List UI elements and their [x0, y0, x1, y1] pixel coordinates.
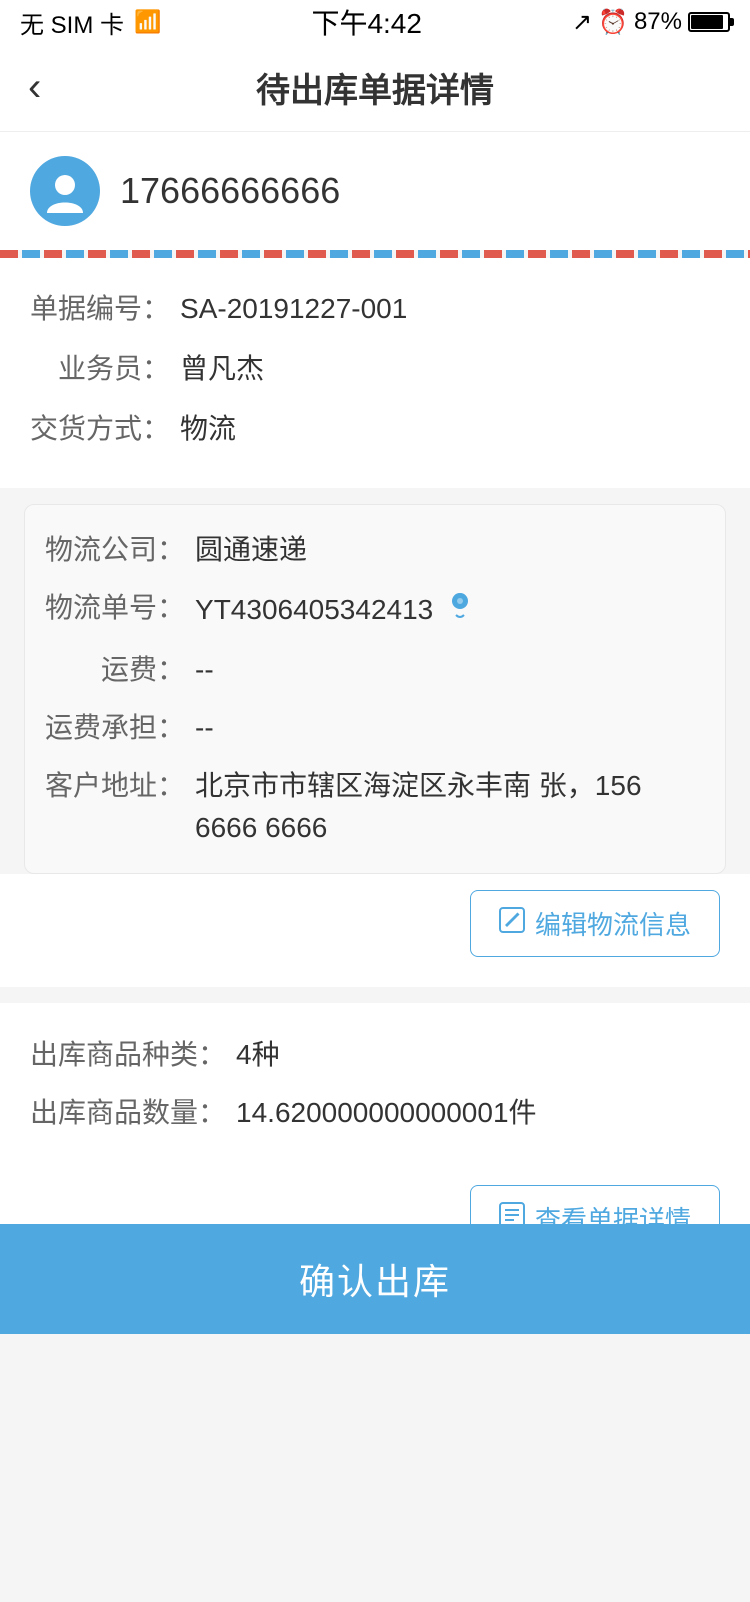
goods-type-row: 出库商品种类： 4种: [30, 1033, 720, 1073]
freight-bearer-label: 运费承担：: [45, 707, 185, 749]
battery-percent: 87%: [634, 8, 682, 36]
edit-logistics-label: 编辑物流信息: [535, 905, 691, 942]
back-button[interactable]: ‹: [28, 65, 41, 110]
goods-section: 出库商品种类： 4种 出库商品数量： 14.620000000000001件: [0, 1003, 750, 1169]
status-time: 下午4:42: [311, 2, 422, 42]
avatar: [30, 156, 100, 226]
address-row: 客户地址： 北京市市辖区海淀区永丰南 张，156 6666 6666: [45, 765, 705, 849]
freight-label: 运费：: [45, 649, 185, 691]
battery-icon: [688, 12, 730, 32]
delivery-method-row: 交货方式： 物流: [30, 408, 720, 450]
nav-bar: ‹ 待出库单据详情: [0, 44, 750, 132]
page-title: 待出库单据详情: [256, 63, 494, 112]
logistics-company-label: 物流公司：: [45, 529, 185, 571]
bottom-bar: 确认出库: [0, 1224, 750, 1334]
page-content: 17666666666 单据编号： SA-20191227-001 业务员： 曾…: [0, 132, 750, 1602]
alarm-icon: ⏰: [598, 8, 628, 37]
dashed-divider: [0, 250, 750, 258]
location-icon: ↗: [572, 8, 592, 37]
user-phone: 17666666666: [120, 170, 340, 212]
sales-person-row: 业务员： 曾凡杰: [30, 348, 720, 390]
carrier-text: 无 SIM 卡: [20, 5, 124, 40]
wifi-icon: 📶: [134, 9, 161, 35]
logistics-company-value: 圆通速递: [195, 529, 705, 571]
logistics-card: 物流公司： 圆通速递 物流单号： YT4306405342413 运费： --: [24, 504, 726, 874]
delivery-method-label: 交货方式：: [30, 408, 170, 450]
logistics-company-row: 物流公司： 圆通速递: [45, 529, 705, 571]
status-bar: 无 SIM 卡 📶 下午4:42 ↗ ⏰ 87%: [0, 0, 750, 44]
address-label: 客户地址：: [45, 765, 185, 807]
document-number-label: 单据编号：: [30, 288, 170, 330]
edit-icon: [499, 907, 525, 940]
section-divider-1: [0, 987, 750, 1003]
goods-type-value: 4种: [236, 1033, 280, 1073]
sales-person-label: 业务员：: [30, 348, 170, 390]
location-pin-icon[interactable]: [443, 587, 477, 633]
tracking-label: 物流单号：: [45, 587, 185, 629]
status-right: ↗ ⏰ 87%: [572, 8, 730, 37]
basic-info-section: 单据编号： SA-20191227-001 业务员： 曾凡杰 交货方式： 物流: [0, 258, 750, 488]
goods-quantity-label: 出库商品数量：: [30, 1091, 226, 1131]
edit-logistics-button[interactable]: 编辑物流信息: [470, 890, 720, 957]
tracking-number-row: 物流单号： YT4306405342413: [45, 587, 705, 633]
tracking-number-text: YT4306405342413: [195, 589, 433, 631]
freight-bearer-row: 运费承担： --: [45, 707, 705, 749]
address-value: 北京市市辖区海淀区永丰南 张，156 6666 6666: [195, 765, 705, 849]
user-card: 17666666666: [0, 132, 750, 250]
document-number-value: SA-20191227-001: [180, 288, 720, 330]
edit-logistics-container: 编辑物流信息: [0, 874, 750, 987]
document-number-row: 单据编号： SA-20191227-001: [30, 288, 720, 330]
status-left: 无 SIM 卡 📶: [20, 5, 161, 40]
freight-row: 运费： --: [45, 649, 705, 691]
freight-bearer-value: --: [195, 707, 705, 749]
goods-type-label: 出库商品种类：: [30, 1033, 226, 1073]
goods-quantity-row: 出库商品数量： 14.620000000000001件: [30, 1091, 720, 1131]
tracking-value: YT4306405342413: [195, 587, 705, 633]
sales-person-value: 曾凡杰: [180, 348, 720, 390]
confirm-outbound-button[interactable]: 确认出库: [0, 1224, 750, 1334]
freight-value: --: [195, 649, 705, 691]
goods-quantity-value: 14.620000000000001件: [236, 1091, 537, 1131]
delivery-method-value: 物流: [180, 408, 720, 450]
